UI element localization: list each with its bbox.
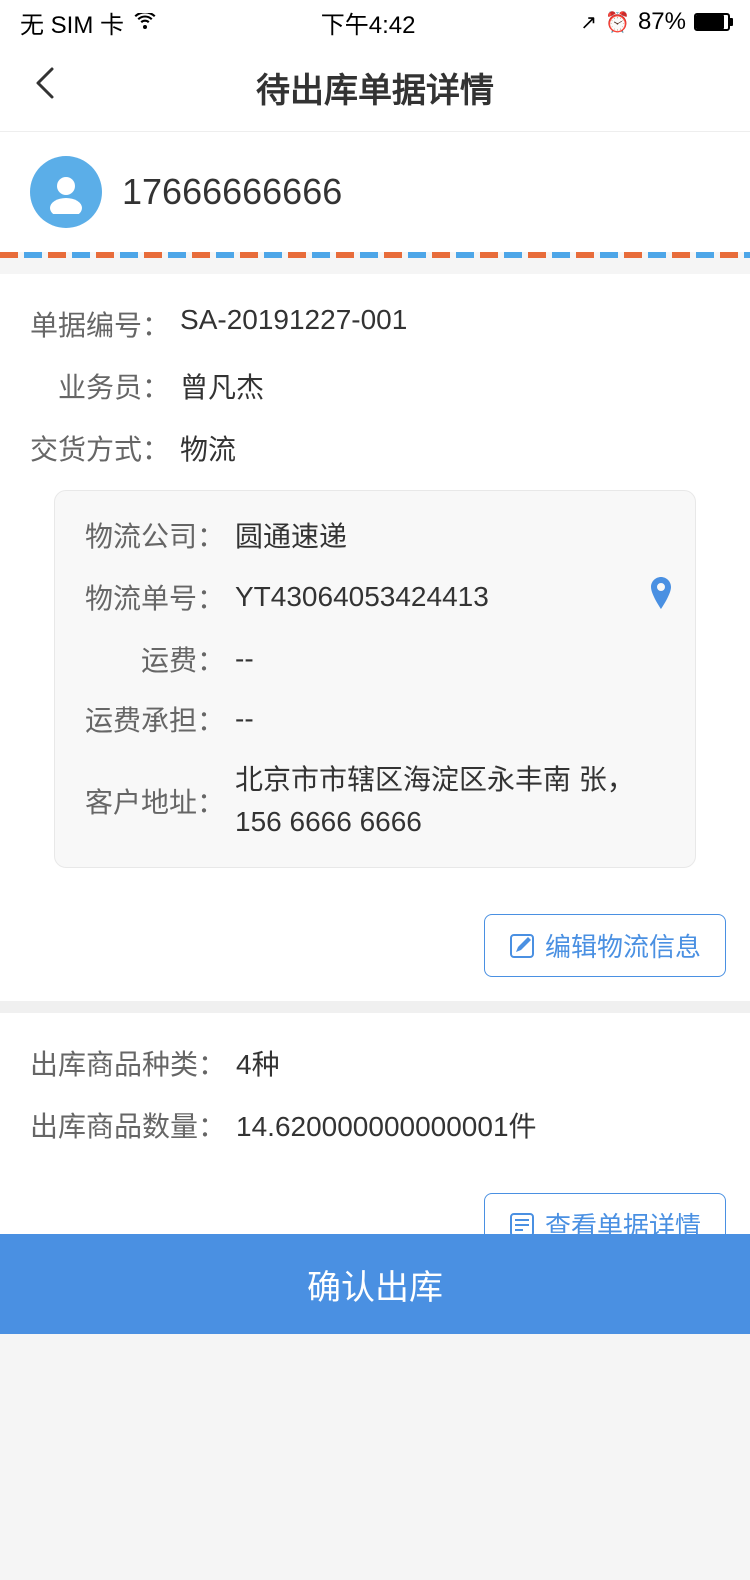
battery-text: 87% [638,8,686,36]
edit-logistics-button[interactable]: 编辑物流信息 [484,914,726,977]
staff-label: 业务员： [30,366,170,406]
freight-row: 运费： -- [75,639,675,679]
address-row: 客户地址： 北京市市辖区海淀区永丰南 张，156 6666 6666 [75,759,675,843]
logistics-card: 物流公司： 圆通速递 物流单号： YT43064053424413 运费： --… [54,490,696,868]
battery-icon [694,13,730,31]
edit-logistics-row: 编辑物流信息 [0,898,750,1001]
goods-quantity-label: 出库商品数量： [30,1105,226,1145]
logistics-company-label: 物流公司： [75,515,225,555]
back-button[interactable] [24,55,66,120]
freight-value: -- [235,643,675,675]
wifi-icon [134,9,156,35]
customer-header: 17666666666 [0,132,750,252]
dashed-divider [0,252,750,258]
nav-bar: 待出库单据详情 [0,44,750,132]
tracking-number-value: YT43064053424413 [235,581,631,613]
goods-types-row: 出库商品种类： 4种 [30,1043,720,1083]
tracking-number-label: 物流单号： [75,577,225,617]
time-display: 下午4:42 [321,5,416,40]
staff-value: 曾凡杰 [180,366,720,406]
delivery-row: 交货方式： 物流 [30,428,720,468]
freight-label: 运费： [75,639,225,679]
confirm-outbound-label: 确认出库 [307,1260,443,1309]
delivery-value: 物流 [180,428,720,468]
edit-logistics-label: 编辑物流信息 [545,927,701,964]
carrier-text: 无 SIM 卡 [20,5,124,40]
goods-section: 出库商品种类： 4种 出库商品数量： 14.620000000000001件 [0,1013,750,1177]
document-number-label: 单据编号： [30,304,170,344]
freight-bearer-label: 运费承担： [75,699,225,739]
avatar [30,156,102,228]
status-bar: 无 SIM 卡 下午4:42 ↗ ⏰ 87% [0,0,750,44]
goods-types-label: 出库商品种类： [30,1043,226,1083]
track-location-icon[interactable] [647,575,675,619]
address-label: 客户地址： [75,781,225,821]
page-title: 待出库单据详情 [256,63,494,112]
confirm-outbound-button[interactable]: 确认出库 [0,1234,750,1334]
document-number-value: SA-20191227-001 [180,304,720,336]
logistics-company-value: 圆通速递 [235,515,675,555]
logistics-company-row: 物流公司： 圆通速递 [75,515,675,555]
address-value: 北京市市辖区海淀区永丰南 张，156 6666 6666 [235,759,675,843]
staff-row: 业务员： 曾凡杰 [30,366,720,406]
goods-quantity-value: 14.620000000000001件 [236,1105,537,1145]
location-icon: ↗ [580,10,597,35]
customer-phone: 17666666666 [122,171,342,213]
document-number-row: 单据编号： SA-20191227-001 [30,304,720,344]
goods-types-value: 4种 [236,1043,280,1083]
status-right: ↗ ⏰ 87% [580,8,730,36]
section-divider [0,1001,750,1013]
freight-bearer-row: 运费承担： -- [75,699,675,739]
goods-quantity-row: 出库商品数量： 14.620000000000001件 [30,1105,720,1145]
freight-bearer-value: -- [235,703,675,735]
tracking-number-row: 物流单号： YT43064053424413 [75,575,675,619]
delivery-label: 交货方式： [30,428,170,468]
status-left: 无 SIM 卡 [20,5,156,40]
document-info-section: 单据编号： SA-20191227-001 业务员： 曾凡杰 交货方式： 物流 … [0,274,750,898]
alarm-icon: ⏰ [605,10,630,35]
